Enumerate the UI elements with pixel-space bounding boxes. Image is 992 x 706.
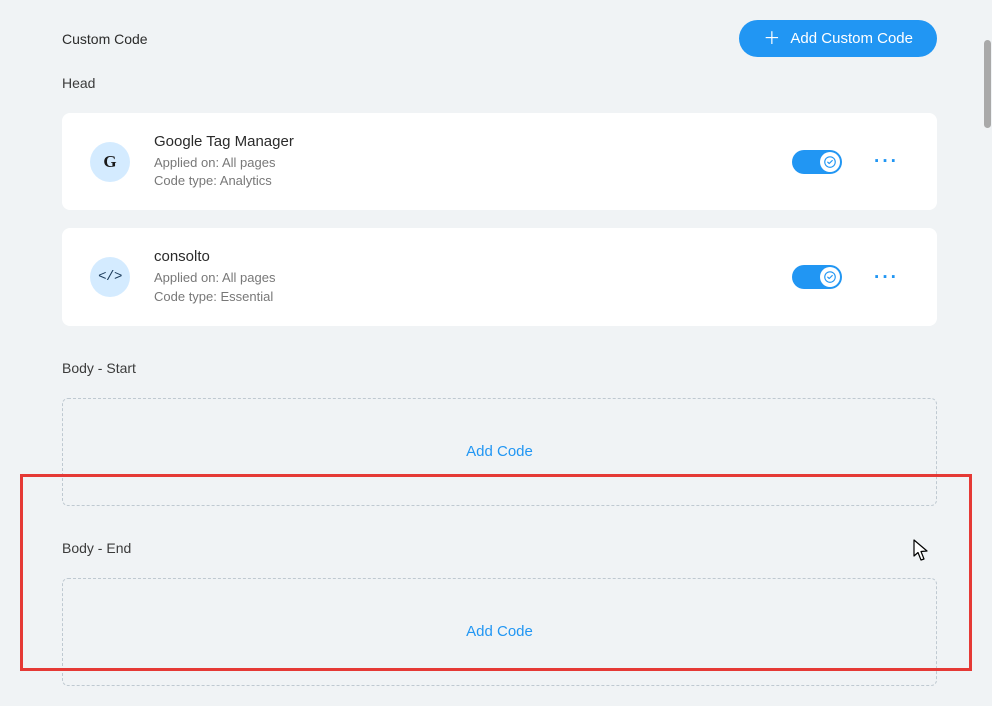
applied-on-value: All pages (222, 270, 275, 285)
more-menu-button[interactable]: ··· (870, 148, 903, 175)
toggle-knob (820, 152, 840, 172)
google-icon-letter: G (103, 152, 116, 172)
dots-icon: ··· (874, 267, 899, 288)
enable-toggle[interactable] (792, 150, 842, 174)
applied-on-value: All pages (222, 155, 275, 170)
code-type-value: Essential (221, 289, 274, 304)
scrollbar[interactable] (982, 0, 992, 695)
check-icon (824, 271, 836, 283)
add-custom-code-button[interactable]: ＋ Add Custom Code (739, 20, 937, 57)
check-icon (824, 156, 836, 168)
add-custom-code-label: Add Custom Code (790, 30, 913, 47)
code-type-label: Code type: (154, 173, 217, 188)
code-card-meta: Applied on: All pages Code type: Essenti… (154, 269, 792, 305)
plus-icon: ＋ (763, 30, 780, 47)
toggle-knob (820, 267, 840, 287)
body-end-dropzone[interactable]: Add Code (62, 578, 937, 686)
code-type-value: Analytics (220, 173, 272, 188)
section-body-start-label: Body - Start (62, 360, 937, 376)
applied-on-label: Applied on: (154, 155, 219, 170)
more-menu-button[interactable]: ··· (870, 264, 903, 291)
code-card-title: Google Tag Manager (154, 133, 792, 150)
code-card-meta: Applied on: All pages Code type: Analyti… (154, 154, 792, 190)
section-body-end-label: Body - End (62, 540, 937, 556)
dots-icon: ··· (874, 151, 899, 172)
code-card-title: consolto (154, 248, 792, 265)
applied-on-label: Applied on: (154, 270, 219, 285)
body-start-dropzone[interactable]: Add Code (62, 398, 937, 506)
code-card-body: Google Tag Manager Applied on: All pages… (154, 133, 792, 190)
google-icon: G (90, 142, 130, 182)
page-title: Custom Code (62, 31, 148, 47)
code-card: G Google Tag Manager Applied on: All pag… (62, 113, 937, 210)
section-head-label: Head (62, 75, 937, 91)
code-card: </> consolto Applied on: All pages Code … (62, 228, 937, 325)
code-icon: </> (90, 257, 130, 297)
add-code-link[interactable]: Add Code (466, 623, 533, 640)
add-code-link[interactable]: Add Code (466, 443, 533, 460)
code-card-controls: ··· (792, 264, 903, 291)
code-type-label: Code type: (154, 289, 217, 304)
code-icon-glyph: </> (98, 269, 122, 285)
code-card-controls: ··· (792, 148, 903, 175)
code-card-body: consolto Applied on: All pages Code type… (154, 248, 792, 305)
enable-toggle[interactable] (792, 265, 842, 289)
scrollbar-thumb[interactable] (984, 40, 991, 128)
